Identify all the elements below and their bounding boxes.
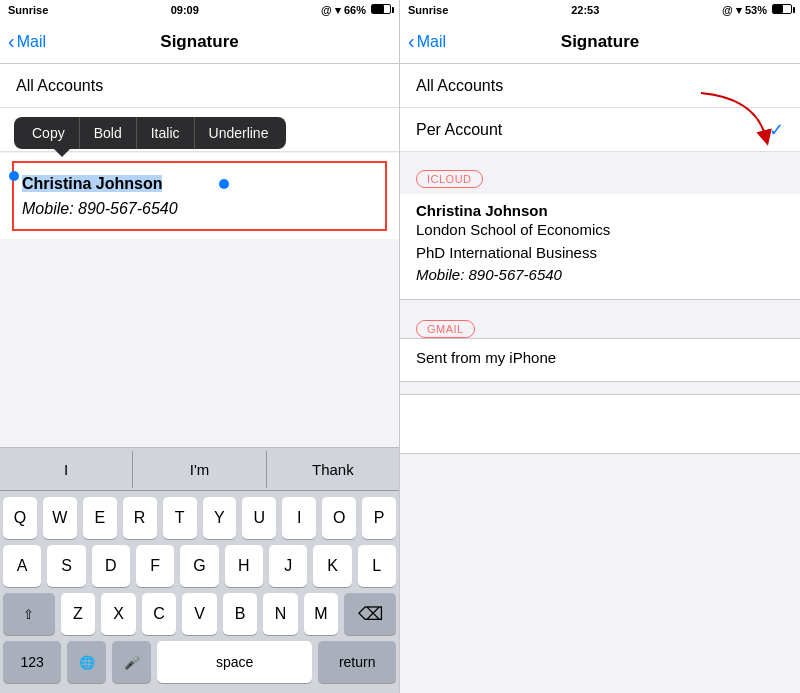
key-r[interactable]: R <box>123 497 157 539</box>
key-y[interactable]: Y <box>203 497 237 539</box>
red-arrow <box>696 88 776 152</box>
cursor-right <box>219 179 229 189</box>
icloud-sig-line2: PhD International Business <box>416 242 784 265</box>
keyboard-area: I I'm Thank Q W E R T Y U I O P A S <box>0 447 399 693</box>
key-z[interactable]: Z <box>61 593 96 635</box>
italic-button[interactable]: Italic <box>137 117 195 149</box>
left-all-accounts-row[interactable]: All Accounts <box>0 64 399 108</box>
right-status-bar: Sunrise 22:53 @ ▾ 53% <box>400 0 800 20</box>
left-nav-bar: ‹ Mail Signature <box>0 20 399 64</box>
key-m[interactable]: M <box>304 593 339 635</box>
key-n[interactable]: N <box>263 593 298 635</box>
key-w[interactable]: W <box>43 497 77 539</box>
key-i[interactable]: I <box>282 497 316 539</box>
key-p[interactable]: P <box>362 497 396 539</box>
right-time: 22:53 <box>571 4 599 16</box>
key-mic[interactable]: 🎤 <box>112 641 151 683</box>
left-back-label: Mail <box>17 33 46 51</box>
right-all-accounts-label: All Accounts <box>416 77 503 95</box>
left-time: 09:09 <box>171 4 199 16</box>
empty-account-card[interactable] <box>400 394 800 454</box>
key-b[interactable]: B <box>223 593 258 635</box>
key-h[interactable]: H <box>225 545 263 587</box>
keyboard-row-1: Q W E R T Y U I O P <box>3 497 396 539</box>
key-delete[interactable]: ⌫ <box>344 593 396 635</box>
left-panel: Sunrise 09:09 @ ▾ 66% ‹ Mail Signature A… <box>0 0 400 693</box>
key-u[interactable]: U <box>242 497 276 539</box>
autocomplete-i[interactable]: I <box>0 451 133 488</box>
selected-name: Christina Johnson <box>22 175 162 192</box>
copy-button[interactable]: Copy <box>18 117 80 149</box>
signature-mobile: Mobile: 890-567-6540 <box>22 197 377 221</box>
right-nav-bar: ‹ Mail Signature <box>400 20 800 64</box>
key-return[interactable]: return <box>318 641 396 683</box>
left-edit-area[interactable]: Copy Bold Italic Underline Christina Joh… <box>0 153 399 239</box>
left-back-button[interactable]: ‹ Mail <box>8 30 46 53</box>
key-t[interactable]: T <box>163 497 197 539</box>
autocomplete-bar: I I'm Thank <box>0 447 399 491</box>
icloud-oval-label: ICLOUD <box>416 170 483 188</box>
icloud-signature-card[interactable]: Christina Johnson London School of Econo… <box>400 194 800 300</box>
left-status-bar: Sunrise 09:09 @ ▾ 66% <box>0 0 399 20</box>
key-f[interactable]: F <box>136 545 174 587</box>
key-space[interactable]: space <box>157 641 312 683</box>
gmail-section: GMAIL Sent from my iPhone <box>400 312 800 383</box>
right-back-button[interactable]: ‹ Mail <box>408 30 446 53</box>
keyboard-row-2: A S D F G H J K L <box>3 545 396 587</box>
key-o[interactable]: O <box>322 497 356 539</box>
icloud-section-header: ICLOUD <box>416 164 784 194</box>
key-d[interactable]: D <box>92 545 130 587</box>
key-globe[interactable]: 🌐 <box>67 641 106 683</box>
left-carrier: Sunrise <box>8 4 48 16</box>
key-a[interactable]: A <box>3 545 41 587</box>
keyboard-rows: Q W E R T Y U I O P A S D F G H J K <box>0 491 399 693</box>
left-nav-title: Signature <box>160 32 238 52</box>
key-x[interactable]: X <box>101 593 136 635</box>
right-chevron-icon: ‹ <box>408 30 415 53</box>
key-q[interactable]: Q <box>3 497 37 539</box>
key-k[interactable]: K <box>313 545 351 587</box>
left-all-accounts-label: All Accounts <box>16 77 103 95</box>
left-status-icons: @ ▾ 66% <box>321 4 391 17</box>
left-chevron-icon: ‹ <box>8 30 15 53</box>
popup-toolbar: Copy Bold Italic Underline <box>14 117 286 149</box>
right-status-icons: @ ▾ 53% <box>722 4 792 17</box>
key-shift[interactable]: ⇧ <box>3 593 55 635</box>
right-back-label: Mail <box>417 33 446 51</box>
selection-box[interactable]: Copy Bold Italic Underline Christina Joh… <box>12 161 387 231</box>
icloud-sig-line1: London School of Economics <box>416 219 784 242</box>
key-c[interactable]: C <box>142 593 177 635</box>
gmail-signature-card[interactable]: Sent from my iPhone <box>400 338 800 383</box>
key-numbers[interactable]: 123 <box>3 641 61 683</box>
underline-button[interactable]: Underline <box>195 117 283 149</box>
keyboard-row-4: 123 🌐 🎤 space return <box>3 641 396 683</box>
right-battery-icon <box>772 4 792 14</box>
key-g[interactable]: G <box>180 545 218 587</box>
cursor-left <box>9 171 19 181</box>
gmail-oval-label: GMAIL <box>416 320 475 338</box>
key-e[interactable]: E <box>83 497 117 539</box>
autocomplete-im[interactable]: I'm <box>133 451 266 488</box>
gmail-sig-text: Sent from my iPhone <box>416 347 784 370</box>
icloud-sig-name: Christina Johnson <box>416 202 784 219</box>
key-l[interactable]: L <box>358 545 396 587</box>
keyboard-row-3: ⇧ Z X C V B N M ⌫ <box>3 593 396 635</box>
right-nav-title: Signature <box>561 32 639 52</box>
right-per-account-label: Per Account <box>416 121 502 139</box>
gmail-section-header: GMAIL <box>416 320 784 338</box>
signature-name-line: Christina Johnson <box>22 171 377 197</box>
key-v[interactable]: V <box>182 593 217 635</box>
icloud-sig-mobile: Mobile: 890-567-6540 <box>416 264 784 287</box>
bold-button[interactable]: Bold <box>80 117 137 149</box>
battery-icon <box>371 4 391 14</box>
right-carrier: Sunrise <box>408 4 448 16</box>
right-panel: Sunrise 22:53 @ ▾ 53% ‹ Mail Signature <box>400 0 800 693</box>
key-s[interactable]: S <box>47 545 85 587</box>
key-j[interactable]: J <box>269 545 307 587</box>
autocomplete-thank[interactable]: Thank <box>267 451 399 488</box>
